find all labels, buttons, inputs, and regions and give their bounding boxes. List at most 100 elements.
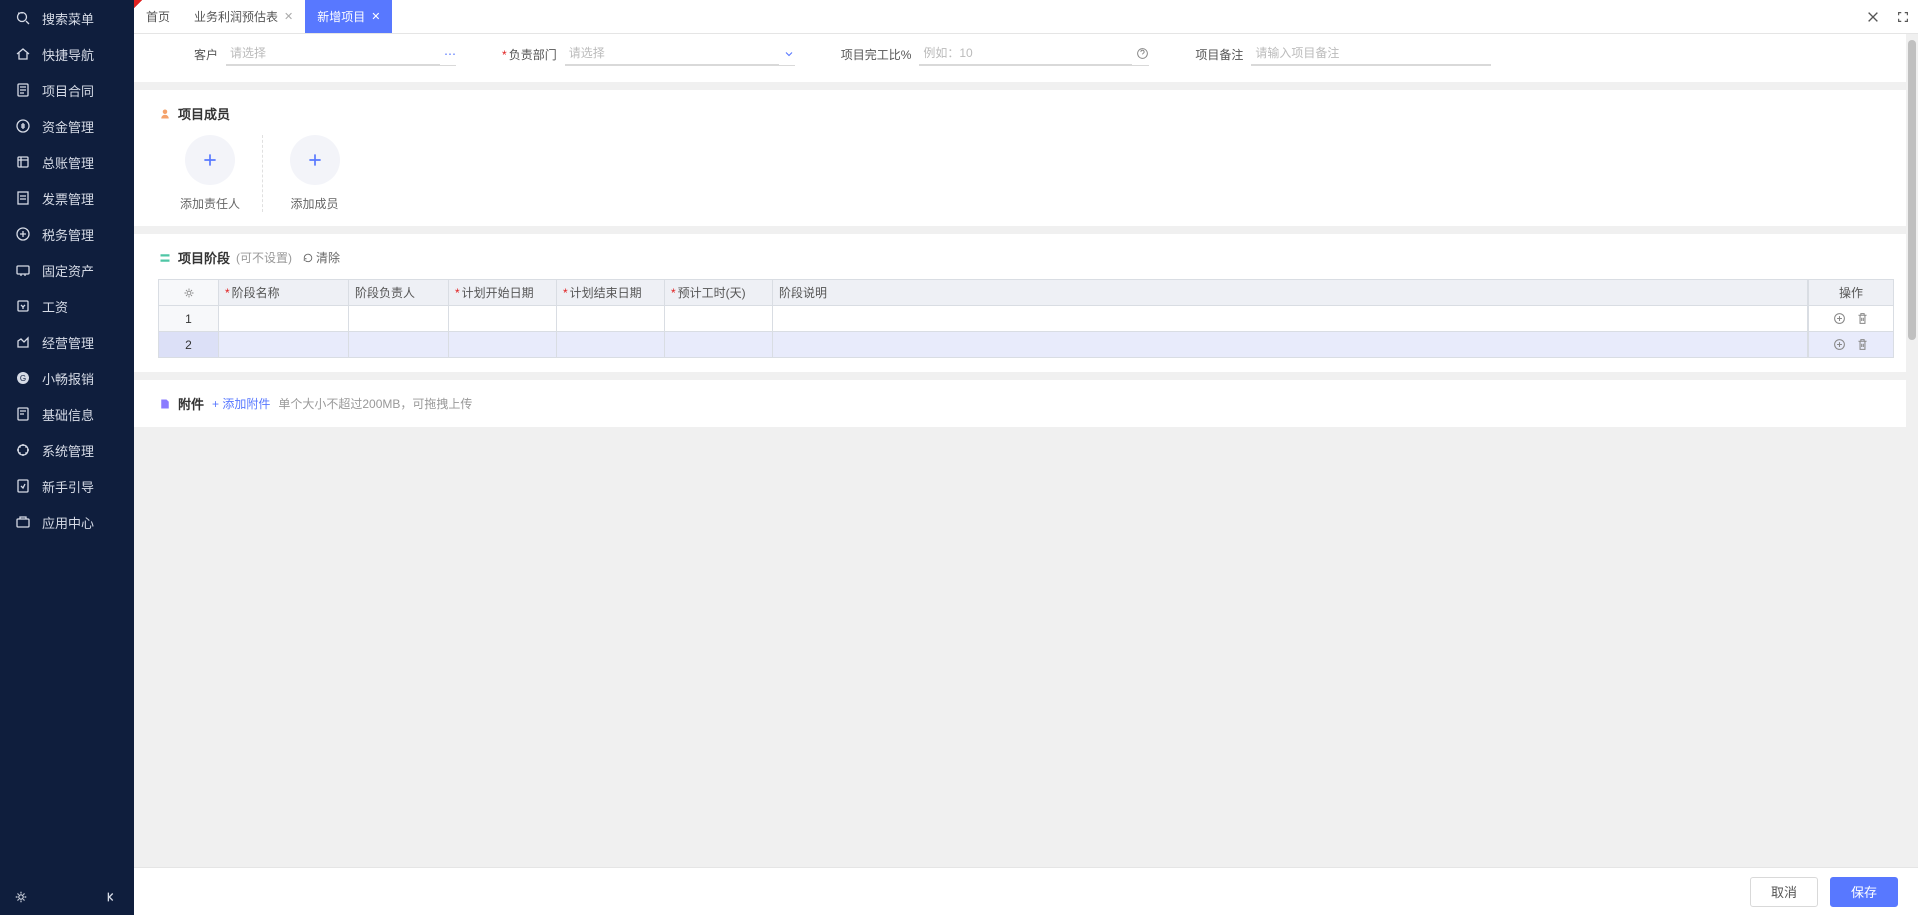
cell-start[interactable]	[449, 332, 557, 358]
sidebar-item-nav[interactable]: 快捷导航	[0, 36, 134, 72]
cell-end[interactable]	[557, 306, 665, 332]
add-row-icon[interactable]	[1833, 312, 1846, 325]
system-icon	[14, 441, 32, 459]
cell-start[interactable]	[449, 306, 557, 332]
table-row[interactable]: 1	[159, 306, 1808, 332]
table-row[interactable]: 2	[159, 332, 1808, 358]
sidebar-item-fund[interactable]: 资金管理	[0, 108, 134, 144]
add-attachment-link[interactable]: + 添加附件	[212, 395, 270, 412]
close-panel-icon[interactable]	[1862, 6, 1884, 28]
svg-text:G: G	[20, 374, 26, 383]
sidebar-item-label: 搜索菜单	[42, 9, 94, 28]
tab-profit[interactable]: 业务利润预估表 ✕	[182, 0, 305, 33]
sidebar-item-label: 小畅报销	[42, 369, 94, 388]
tab-label: 新增项目	[317, 8, 365, 25]
save-button[interactable]: 保存	[1830, 877, 1898, 907]
ledger-icon	[14, 153, 32, 171]
sidebar-item-search[interactable]: 搜索菜单	[0, 0, 134, 36]
asset-icon	[14, 261, 32, 279]
row-index: 1	[159, 306, 219, 332]
cell-owner[interactable]	[349, 332, 449, 358]
sidebar-item-appcenter[interactable]: 应用中心	[0, 504, 134, 540]
add-member: 添加成员	[262, 135, 366, 212]
cell-desc[interactable]	[773, 306, 1808, 332]
customer-label: 客户	[194, 46, 218, 63]
sidebar-item-basic[interactable]: 基础信息	[0, 396, 134, 432]
cell-name[interactable]	[219, 306, 349, 332]
th-start: *计划开始日期	[449, 280, 557, 306]
home-icon	[14, 45, 32, 63]
attachment-icon	[158, 397, 172, 411]
cell-end[interactable]	[557, 332, 665, 358]
optional-hint: (可不设置)	[236, 249, 292, 266]
add-row-icon[interactable]	[1833, 338, 1846, 351]
tab-new-project[interactable]: 新增项目 ✕	[305, 0, 392, 33]
appcenter-icon	[14, 513, 32, 531]
th-ops: 操作	[1809, 280, 1894, 306]
add-member-button[interactable]	[290, 135, 340, 185]
help-icon[interactable]	[1136, 47, 1149, 60]
salary-icon	[14, 297, 32, 315]
add-owner-button[interactable]	[185, 135, 235, 185]
department-input[interactable]	[565, 42, 779, 65]
sidebar-item-label: 工资	[42, 297, 68, 316]
search-icon	[14, 9, 32, 27]
sidebar-item-label: 项目合同	[42, 81, 94, 100]
sidebar-item-expense[interactable]: G 小畅报销	[0, 360, 134, 396]
sidebar-item-asset[interactable]: 固定资产	[0, 252, 134, 288]
add-owner-label: 添加责任人	[180, 195, 240, 212]
clear-link[interactable]: 清除	[302, 249, 340, 266]
scrollbar-thumb[interactable]	[1908, 40, 1916, 340]
remark-input[interactable]	[1251, 42, 1491, 65]
customer-input[interactable]	[226, 42, 440, 65]
th-end: *计划结束日期	[557, 280, 665, 306]
close-icon[interactable]: ✕	[371, 10, 380, 23]
more-icon[interactable]: ⋯	[444, 47, 456, 61]
clear-icon	[302, 252, 314, 264]
chevron-down-icon[interactable]	[783, 48, 795, 60]
sidebar-item-contract[interactable]: 项目合同	[0, 72, 134, 108]
department-label: *负责部门	[502, 46, 557, 63]
section-title: 项目成员	[178, 104, 230, 123]
delete-row-icon[interactable]	[1856, 338, 1869, 351]
section-title: 附件	[178, 394, 204, 413]
sidebar-item-tax[interactable]: 税务管理	[0, 216, 134, 252]
sidebar-item-biz[interactable]: 经营管理	[0, 324, 134, 360]
row-index: 2	[159, 332, 219, 358]
sidebar-item-label: 系统管理	[42, 441, 94, 460]
scrollbar[interactable]	[1906, 34, 1918, 867]
sidebar-item-ledger[interactable]: 总账管理	[0, 144, 134, 180]
basic-icon	[14, 405, 32, 423]
close-icon[interactable]: ✕	[284, 10, 293, 23]
sidebar-item-guide[interactable]: 新手引导	[0, 468, 134, 504]
delete-row-icon[interactable]	[1856, 312, 1869, 325]
expense-icon: G	[14, 369, 32, 387]
sidebar-item-label: 经营管理	[42, 333, 94, 352]
sidebar-item-label: 应用中心	[42, 513, 94, 532]
sidebar-item-system[interactable]: 系统管理	[0, 432, 134, 468]
money-icon	[14, 117, 32, 135]
content-scroll[interactable]: 客户 ⋯ *负责部门 项目完工比%	[134, 34, 1918, 867]
th-hours: *预计工时(天)	[665, 280, 773, 306]
invoice-icon	[14, 189, 32, 207]
cell-hours[interactable]	[665, 306, 773, 332]
cell-desc[interactable]	[773, 332, 1808, 358]
section-phases: 项目阶段 (可不设置) 清除	[134, 226, 1918, 372]
table-row-ops	[1809, 306, 1894, 332]
sidebar-item-invoice[interactable]: 发票管理	[0, 180, 134, 216]
collapse-icon[interactable]	[104, 890, 120, 906]
section-attachment: 附件 + 添加附件 单个大小不超过200MB，可拖拽上传	[134, 372, 1918, 427]
phase-table: *阶段名称 阶段负责人 *计划开始日期 *计划结束日期 *预计工时(天) 阶段说…	[158, 279, 1808, 358]
cell-hours[interactable]	[665, 332, 773, 358]
tab-label: 业务利润预估表	[194, 8, 278, 25]
completion-input[interactable]	[919, 42, 1132, 65]
fullscreen-icon[interactable]	[1892, 6, 1914, 28]
gear-icon[interactable]	[14, 890, 30, 906]
completion-label: 项目完工比%	[841, 46, 912, 63]
cell-owner[interactable]	[349, 306, 449, 332]
sidebar-item-salary[interactable]: 工资	[0, 288, 134, 324]
cancel-button[interactable]: 取消	[1750, 877, 1818, 907]
form-row: 客户 ⋯ *负责部门 项目完工比%	[134, 34, 1918, 82]
cell-name[interactable]	[219, 332, 349, 358]
th-gear[interactable]	[159, 280, 219, 306]
